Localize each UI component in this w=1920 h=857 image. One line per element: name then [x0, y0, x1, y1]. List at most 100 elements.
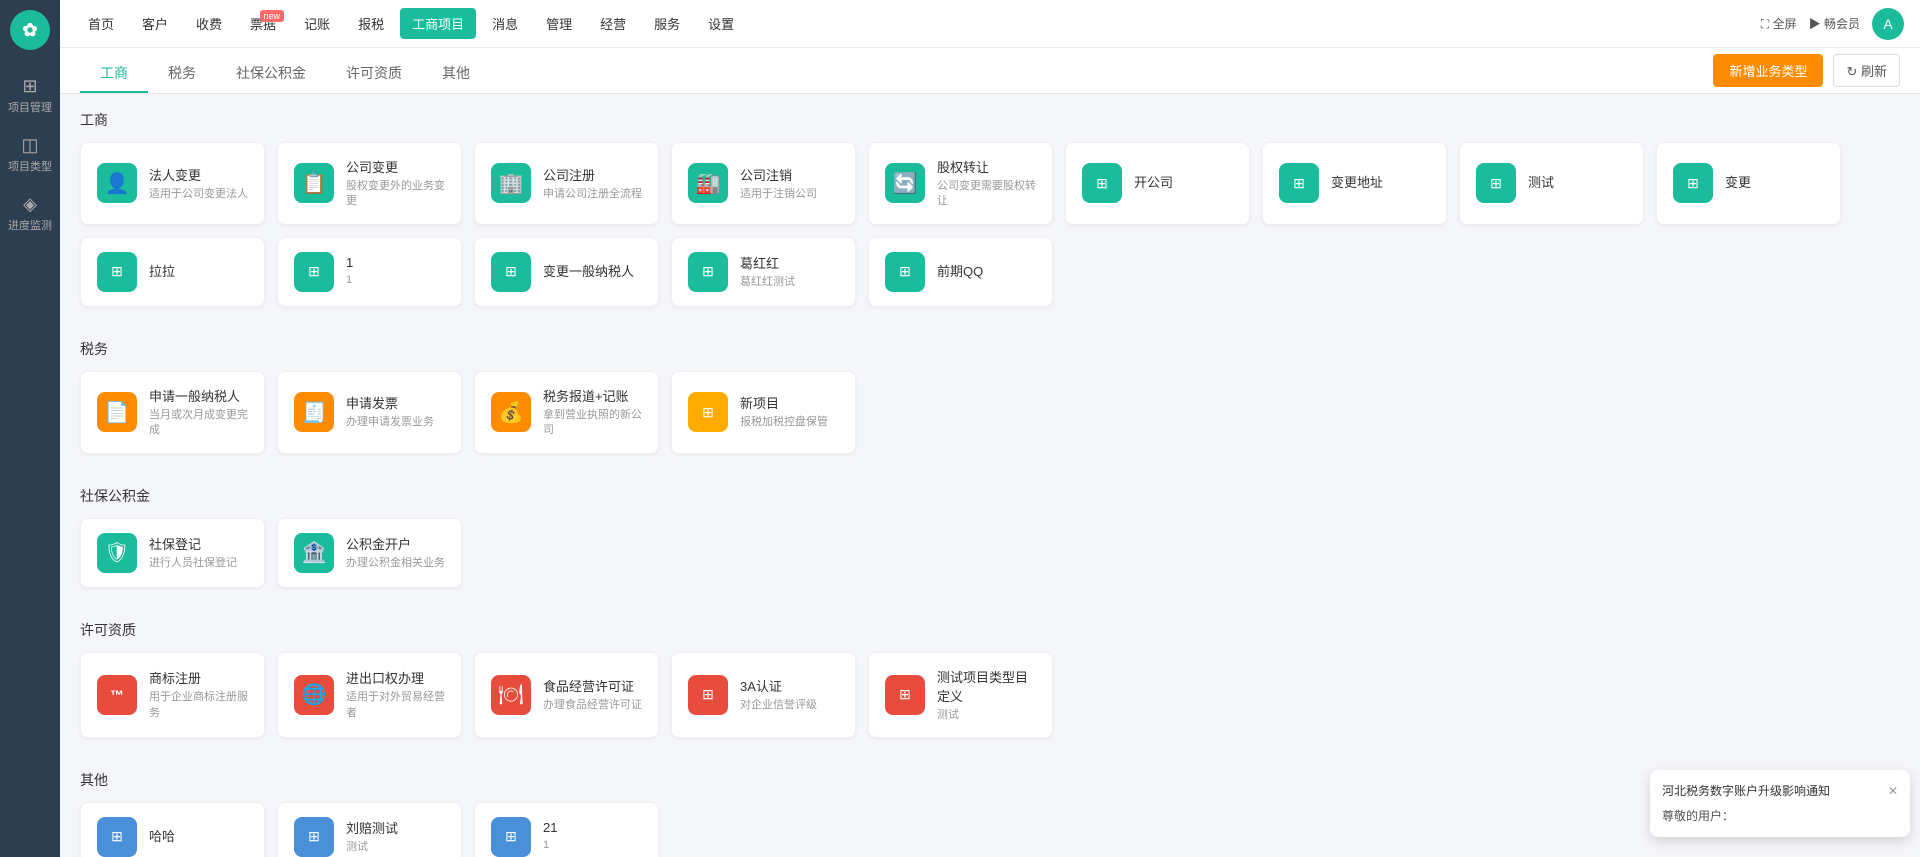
card-title: 公司变更 — [346, 157, 445, 176]
card-title: 葛红红 — [740, 253, 795, 272]
tab-social[interactable]: 社保公积金 — [216, 53, 326, 93]
card-change-taxpayer[interactable]: ⊞ 变更一般纳税人 — [474, 237, 659, 307]
tab-industrial[interactable]: 工商 — [80, 53, 148, 93]
sidebar-item-project-mgmt[interactable]: ⊞ 项目管理 — [0, 66, 60, 125]
apply-taxpayer-icon: 📄 — [97, 392, 137, 432]
nav-accounting[interactable]: 记账 — [292, 8, 342, 39]
card-legal-change[interactable]: 👤 法人变更 适用于公司变更法人 — [80, 142, 265, 225]
card-change-address[interactable]: ⊞ 变更地址 — [1262, 142, 1447, 225]
main-area: 首页 客户 收费 票据 new 记账 报税 工商项目 消息 管理 经营 服务 设… — [60, 0, 1920, 857]
nav-settings[interactable]: 设置 — [696, 8, 746, 39]
card-3a-cert[interactable]: ⊞ 3A认证 对企业信誉评级 — [671, 652, 856, 738]
card-title: 21 — [543, 820, 557, 835]
other-section: 其他 ⊞ 哈哈 ⊞ 刘赔测试 测试 — [60, 754, 1920, 857]
trademark-reg-icon: ™ — [97, 675, 137, 715]
card-test-type[interactable]: ⊞ 测试项目类型目定义 测试 — [868, 652, 1053, 738]
card-food-license[interactable]: 🍽 食品经营许可证 办理食品经营许可证 — [474, 652, 659, 738]
card-desc: 测试 — [346, 840, 398, 855]
social-cards-grid: 🛡 社保登记 进行人员社保登记 🏦 公积金开户 办理公积金相关业务 — [80, 518, 1900, 588]
card-desc: 办理公积金相关业务 — [346, 556, 445, 571]
nav-tax[interactable]: 报税 — [346, 8, 396, 39]
card-equity-transfer[interactable]: 🔄 股权转让 公司变更需要股权转让 — [868, 142, 1053, 225]
nav-tickets[interactable]: 票据 new — [238, 8, 288, 39]
nav-industrial[interactable]: 工商项目 — [400, 8, 476, 39]
progress-monitor-icon: ◈ — [23, 194, 37, 215]
avatar[interactable]: A — [1872, 8, 1904, 40]
sidebar-item-label: 项目管理 — [8, 99, 52, 115]
company-change-icon: 📋 — [294, 163, 334, 203]
new-badge: new — [260, 10, 285, 22]
card-title: 哈哈 — [149, 826, 175, 845]
refresh-button[interactable]: ↻ 刷新 — [1833, 54, 1900, 87]
tab-other[interactable]: 其他 — [422, 53, 490, 93]
nav-home[interactable]: 首页 — [76, 8, 126, 39]
vip-button[interactable]: ▶ 畅会员 — [1809, 15, 1860, 32]
card-title: 测试 — [1528, 172, 1554, 191]
card-change[interactable]: ⊞ 变更 — [1656, 142, 1841, 225]
tax-cards-grid: 📄 申请一般纳税人 当月或次月成变更完成 🧾 申请发票 办理申请发票业务 — [80, 371, 1900, 454]
card-num1[interactable]: ⊞ 1 1 — [277, 237, 462, 307]
card-haha[interactable]: ⊞ 哈哈 — [80, 802, 265, 857]
card-title: 进出口权办理 — [346, 668, 445, 687]
sidebar-item-progress-monitor[interactable]: ◈ 进度监测 — [0, 184, 60, 243]
card-desc: 进行人员社保登记 — [149, 556, 237, 571]
company-cancel-icon: 🏭 — [688, 163, 728, 203]
new-project-icon: ⊞ — [688, 392, 728, 432]
equity-transfer-icon: 🔄 — [885, 163, 925, 203]
notification-title: 河北税务数字账户升级影响通知 — [1662, 782, 1830, 799]
nav-management[interactable]: 管理 — [534, 8, 584, 39]
liu-pei-icon: ⊞ — [294, 817, 334, 857]
tab-license[interactable]: 许可资质 — [326, 53, 422, 93]
nav-clients[interactable]: 客户 — [130, 8, 180, 39]
license-section-title: 许可资质 — [80, 620, 1900, 640]
tab-tax[interactable]: 税务 — [148, 53, 216, 93]
nav-services[interactable]: 服务 — [642, 8, 692, 39]
card-company-cancel[interactable]: 🏭 公司注销 适用于注销公司 — [671, 142, 856, 225]
tab-bar: 工商 税务 社保公积金 许可资质 其他 新增业务类型 ↻ 刷新 — [60, 48, 1920, 94]
add-business-type-button[interactable]: 新增业务类型 — [1713, 54, 1823, 87]
card-social-register[interactable]: 🛡 社保登记 进行人员社保登记 — [80, 518, 265, 588]
card-trademark-reg[interactable]: ™ 商标注册 用于企业商标注册服务 — [80, 652, 265, 738]
card-apply-invoice[interactable]: 🧾 申请发票 办理申请发票业务 — [277, 371, 462, 454]
card-test[interactable]: ⊞ 测试 — [1459, 142, 1644, 225]
card-desc: 当月或次月成变更完成 — [149, 408, 248, 439]
notification-close-button[interactable]: ✕ — [1888, 784, 1898, 798]
card-open-company[interactable]: ⊞ 开公司 — [1065, 142, 1250, 225]
card-desc: 股权变更外的业务变更 — [346, 179, 445, 210]
card-liu-pei[interactable]: ⊞ 刘赔测试 测试 — [277, 802, 462, 857]
card-import-export[interactable]: 🌐 进出口权办理 适用于对外贸易经营者 — [277, 652, 462, 738]
tabs: 工商 税务 社保公积金 许可资质 其他 — [80, 48, 490, 93]
fullscreen-icon: ⛶ — [1761, 17, 1769, 31]
notification-popup: 河北税务数字账户升级影响通知 ✕ 尊敬的用户： — [1650, 770, 1910, 837]
card-new-project[interactable]: ⊞ 新项目 报税加税控盘保管 — [671, 371, 856, 454]
card-title: 变更 — [1725, 172, 1751, 191]
card-desc: 报税加税控盘保管 — [740, 415, 828, 430]
card-lala[interactable]: ⊞ 拉拉 — [80, 237, 265, 307]
import-export-icon: 🌐 — [294, 675, 334, 715]
nav-operations[interactable]: 经营 — [588, 8, 638, 39]
license-cards-grid: ™ 商标注册 用于企业商标注册服务 🌐 进出口权办理 适用于对外贸易经营者 — [80, 652, 1900, 738]
card-desc: 测试 — [937, 708, 1036, 723]
card-title: 股权转让 — [937, 157, 1036, 176]
card-early-qq[interactable]: ⊞ 前期QQ — [868, 237, 1053, 307]
card-title: 前期QQ — [937, 261, 983, 280]
fullscreen-button[interactable]: ⛶ 全屏 — [1761, 15, 1797, 32]
card-ge-hong[interactable]: ⊞ 葛红红 葛红红测试 — [671, 237, 856, 307]
card-apply-taxpayer[interactable]: 📄 申请一般纳税人 当月或次月成变更完成 — [80, 371, 265, 454]
card-desc: 用于企业商标注册服务 — [149, 690, 248, 721]
card-num21[interactable]: ⊞ 21 1 — [474, 802, 659, 857]
card-fund-account[interactable]: 🏦 公积金开户 办理公积金相关业务 — [277, 518, 462, 588]
sidebar-item-project-type[interactable]: ◫ 项目类型 — [0, 125, 60, 184]
card-title: 税务报道+记账 — [543, 386, 642, 405]
card-desc: 申请公司注册全流程 — [543, 187, 642, 202]
card-company-change[interactable]: 📋 公司变更 股权变更外的业务变更 — [277, 142, 462, 225]
card-title: 开公司 — [1134, 172, 1173, 191]
card-company-register[interactable]: 🏢 公司注册 申请公司注册全流程 — [474, 142, 659, 225]
license-section: 许可资质 ™ 商标注册 用于企业商标注册服务 🌐 进出口权办理 适用于对 — [60, 604, 1920, 754]
nav-billing[interactable]: 收费 — [184, 8, 234, 39]
card-tax-report[interactable]: 💰 税务报道+记账 拿到营业执照的新公司 — [474, 371, 659, 454]
nav-messages[interactable]: 消息 — [480, 8, 530, 39]
logo: ✿ — [10, 10, 50, 50]
social-register-icon: 🛡 — [97, 533, 137, 573]
card-title: 拉拉 — [149, 261, 175, 280]
